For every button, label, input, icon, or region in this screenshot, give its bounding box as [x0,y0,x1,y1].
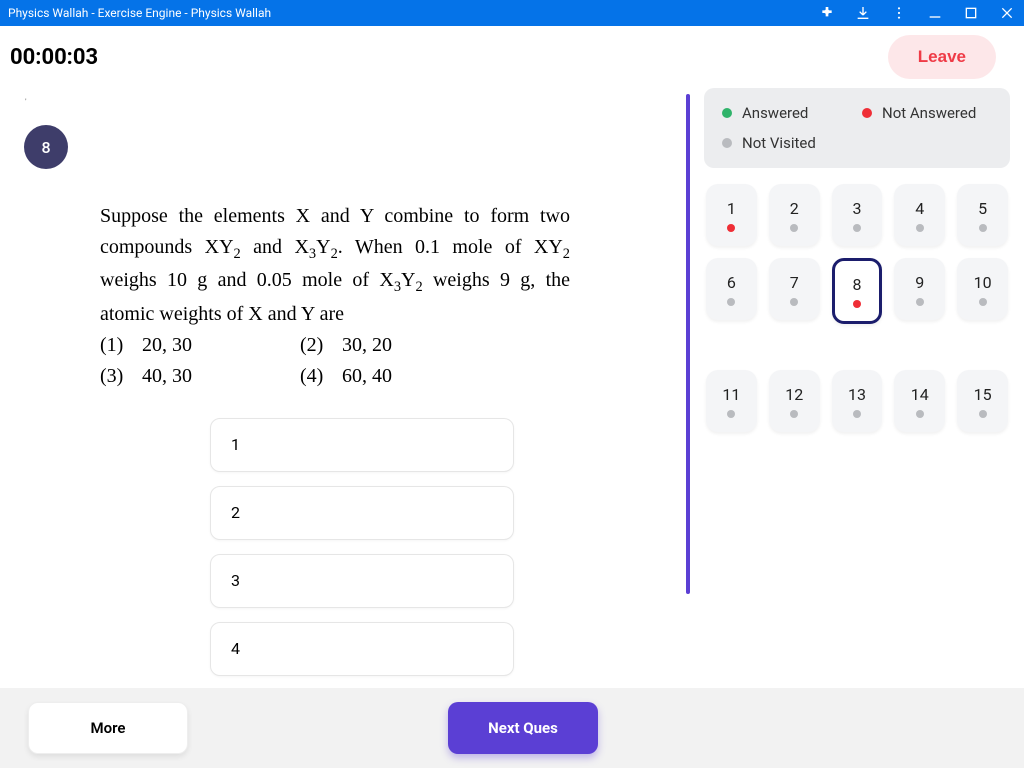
legend-not-visited: Not Visited [722,134,852,152]
window-title: Physics Wallah - Exercise Engine - Physi… [8,6,818,20]
bottom-bar: More Next Ques [0,688,1024,768]
palette-status-dot-icon [790,224,798,232]
palette-separator [706,336,1008,358]
palette-q-number: 7 [790,273,799,292]
timer: 00:00:03 [10,45,98,70]
palette-status-dot-icon [727,298,735,306]
question-text: Suppose the elements X and Y combine to … [100,201,570,392]
next-question-button[interactable]: Next Ques [448,702,598,754]
palette-status-dot-icon [979,224,987,232]
dot-not-visited-icon [722,138,732,148]
palette-status-dot-icon [916,224,924,232]
close-icon[interactable] [998,4,1016,22]
legend-not-answered: Not Answered [862,104,992,122]
palette-q-number: 2 [790,199,799,218]
palette-status-dot-icon [790,298,798,306]
palette-status-dot-icon [790,410,798,418]
palette-q-number: 1 [727,199,736,218]
answer-option-4[interactable]: 4 [210,622,514,676]
palette-q-14[interactable]: 14 [894,370,945,432]
legend: Answered Not Answered Not Visited [704,88,1010,168]
palette-q-number: 8 [852,275,861,294]
question-number-badge: 8 [24,125,68,169]
answer-options: 1 2 3 4 [210,418,514,676]
top-bar: 00:00:03 Leave [0,26,1024,88]
palette-status-dot-icon [853,224,861,232]
window-titlebar: Physics Wallah - Exercise Engine - Physi… [0,0,1024,26]
palette-q-6[interactable]: 6 [706,258,757,320]
palette-q-number: 3 [852,199,861,218]
extension-icon[interactable] [818,4,836,22]
dot-not-answered-icon [862,108,872,118]
palette-q-number: 13 [848,385,866,404]
palette-q-5[interactable]: 5 [957,184,1008,246]
palette-q-1[interactable]: 1 [706,184,757,246]
palette-q-number: 14 [911,385,929,404]
maximize-icon[interactable] [962,4,980,22]
palette-q-9[interactable]: 9 [894,258,945,320]
palette-q-7[interactable]: 7 [769,258,820,320]
dot-answered-icon [722,108,732,118]
palette-q-number: 9 [915,273,924,292]
legend-answered: Answered [722,104,852,122]
palette-q-15[interactable]: 15 [957,370,1008,432]
palette-status-dot-icon [727,224,735,232]
more-button[interactable]: More [28,702,188,754]
answer-option-2[interactable]: 2 [210,486,514,540]
question-pane: ᾿ 8 Suppose the elements X and Y combine… [0,88,686,688]
question-palette: 123456789101112131415 [704,184,1010,432]
answer-option-1[interactable]: 1 [210,418,514,472]
palette-q-3[interactable]: 3 [832,184,883,246]
palette-q-10[interactable]: 10 [957,258,1008,320]
palette-q-11[interactable]: 11 [706,370,757,432]
palette-q-12[interactable]: 12 [769,370,820,432]
palette-q-number: 5 [978,199,987,218]
palette-q-2[interactable]: 2 [769,184,820,246]
caret-mark: ᾿ [24,98,666,109]
download-icon[interactable] [854,4,872,22]
kebab-menu-icon[interactable] [890,4,908,22]
palette-q-number: 12 [785,385,803,404]
palette-q-number: 11 [722,385,740,404]
leave-button[interactable]: Leave [888,35,996,79]
palette-q-number: 6 [727,273,736,292]
palette-status-dot-icon [916,410,924,418]
window-controls [818,4,1016,22]
palette-q-8[interactable]: 8 [832,258,883,324]
palette-q-number: 4 [915,199,924,218]
minimize-icon[interactable] [926,4,944,22]
main-body: ᾿ 8 Suppose the elements X and Y combine… [0,88,1024,688]
palette-pane: Answered Not Answered Not Visited 123456… [690,88,1024,688]
palette-status-dot-icon [853,410,861,418]
answer-option-3[interactable]: 3 [210,554,514,608]
palette-status-dot-icon [979,410,987,418]
palette-status-dot-icon [979,298,987,306]
palette-q-number: 15 [974,385,992,404]
palette-q-number: 10 [974,273,992,292]
palette-status-dot-icon [916,298,924,306]
palette-status-dot-icon [853,300,861,308]
palette-q-4[interactable]: 4 [894,184,945,246]
palette-q-13[interactable]: 13 [832,370,883,432]
palette-status-dot-icon [727,410,735,418]
